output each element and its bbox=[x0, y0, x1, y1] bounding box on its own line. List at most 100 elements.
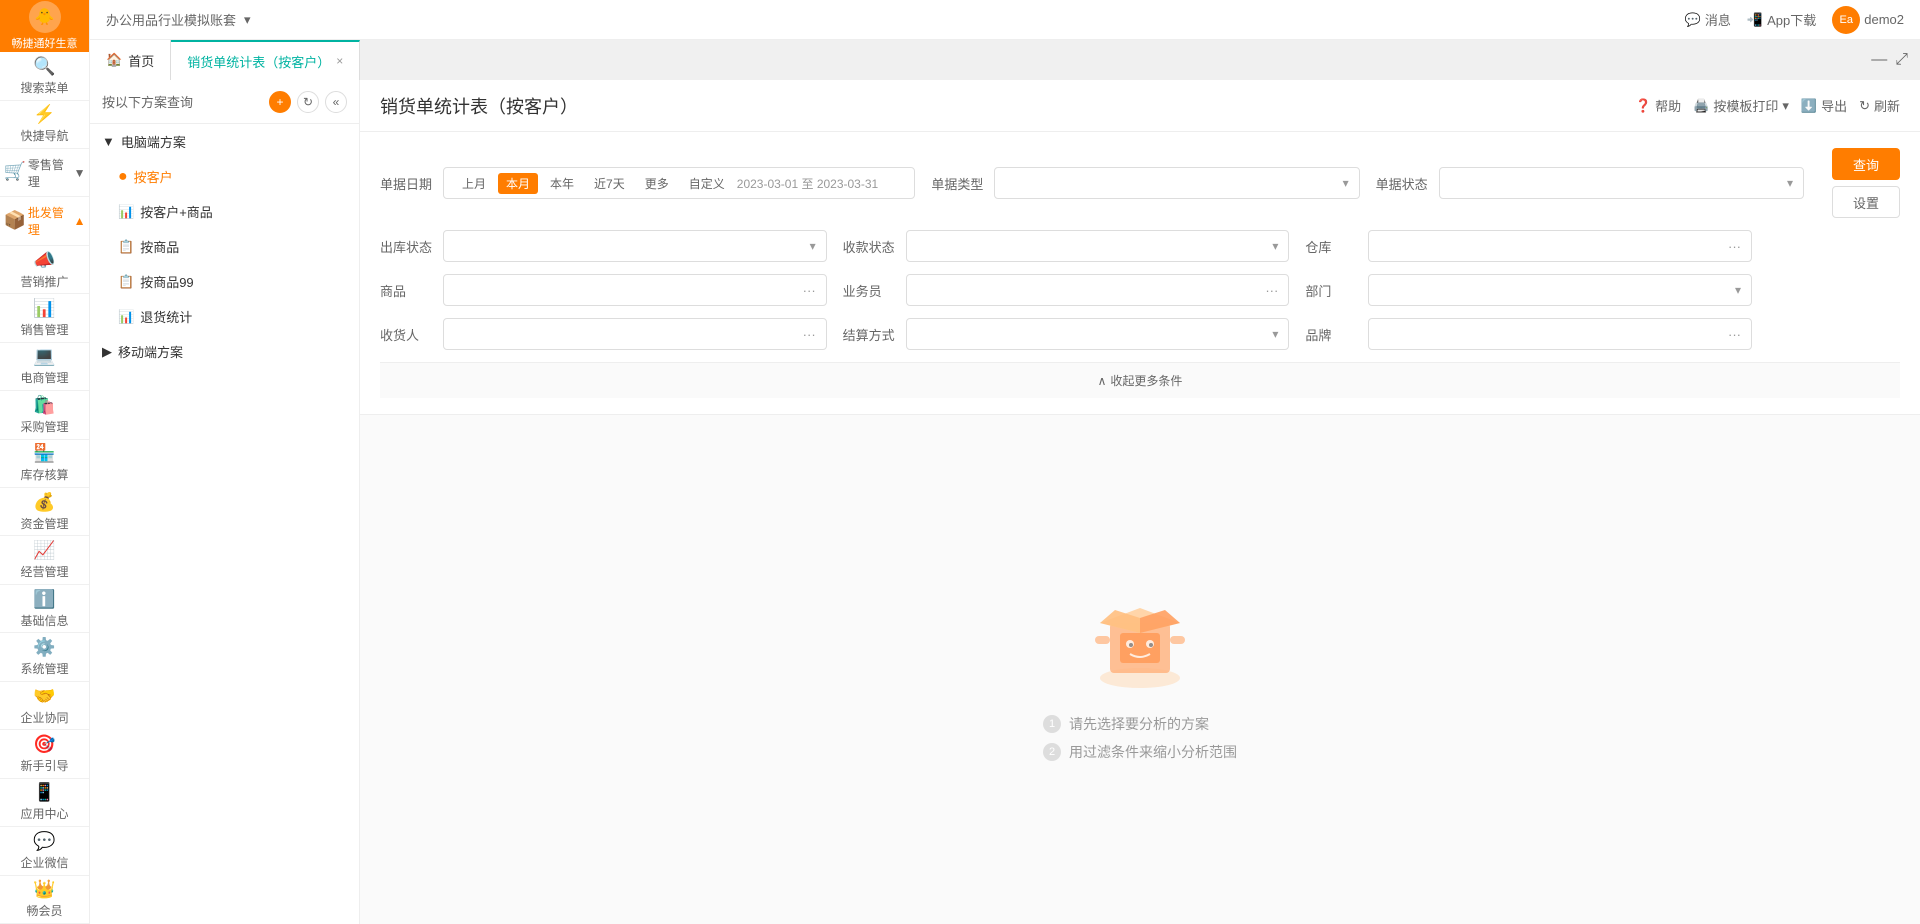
message-btn[interactable]: 💬 消息 bbox=[1685, 10, 1731, 29]
this-year-btn[interactable]: 本年 bbox=[542, 173, 582, 194]
out-status-control[interactable]: ▾ bbox=[443, 230, 827, 262]
ecommerce-icon: 💻 bbox=[33, 346, 55, 367]
add-scheme-btn[interactable]: + bbox=[269, 91, 291, 113]
out-status-chevron-icon: ▾ bbox=[810, 239, 816, 253]
tree-item-by-product-99[interactable]: 📋 按商品99 bbox=[106, 264, 359, 299]
app-download-btn[interactable]: 📲 App下载 bbox=[1747, 10, 1816, 29]
salesperson-control[interactable]: ··· bbox=[906, 274, 1290, 306]
filter-row-4: 收货人 ··· 结算方式 ▾ 品牌 bbox=[380, 318, 1900, 350]
template-print-btn[interactable]: 🖨️ 按模板打印 ▾ bbox=[1693, 96, 1789, 115]
tree-item-return-stats[interactable]: 📊 退货统计 bbox=[106, 299, 359, 334]
out-status-label: 出库状态 bbox=[380, 237, 435, 256]
sidebar-item-retail[interactable]: 🛒 零售管理 ▼ bbox=[0, 149, 90, 197]
filter-status: 单据状态 ▾ bbox=[1376, 167, 1804, 199]
help-icon: ❓ bbox=[1635, 98, 1651, 114]
sidebar-item-quicknav[interactable]: ⚡ 快捷导航 bbox=[0, 101, 90, 149]
tab-minimize-btn[interactable]: — bbox=[1871, 51, 1887, 69]
receipt-status-control[interactable]: ▾ bbox=[906, 230, 1290, 262]
sidebar-item-operations[interactable]: 📈 经营管理 bbox=[0, 536, 90, 584]
receiver-dots-icon: ··· bbox=[803, 327, 816, 342]
this-month-btn[interactable]: 本月 bbox=[498, 173, 538, 194]
last7-btn[interactable]: 近7天 bbox=[586, 173, 633, 194]
breadcrumb-arrow[interactable]: ▾ bbox=[244, 12, 251, 28]
date-label: 单据日期 bbox=[380, 174, 435, 193]
user-profile[interactable]: Ea demo2 bbox=[1832, 6, 1904, 34]
settlement-control[interactable]: ▾ bbox=[906, 318, 1290, 350]
refresh-scheme-btn[interactable]: ↻ bbox=[297, 91, 319, 113]
tab-expand-btn[interactable]: ⤢ bbox=[1895, 51, 1908, 69]
settings-button[interactable]: 设置 bbox=[1832, 186, 1900, 218]
tab-home[interactable]: 🏠 首页 bbox=[90, 40, 171, 80]
cooperation-icon: 🤝 bbox=[33, 686, 55, 707]
wechat-icon: 💬 bbox=[33, 831, 55, 852]
mobile-group-header[interactable]: ▶ 移动端方案 bbox=[90, 334, 359, 369]
top-header: 办公用品行业模拟账套 ▾ 💬 消息 📲 App下载 Ea demo2 bbox=[90, 0, 1920, 40]
sidebar-item-purchase[interactable]: 🛍️ 采购管理 bbox=[0, 391, 90, 439]
filter-receipt-status: 收款状态 ▾ bbox=[843, 230, 1290, 262]
help-btn[interactable]: ❓ 帮助 bbox=[1635, 96, 1681, 115]
custom-date-btn[interactable]: 自定义 bbox=[681, 173, 733, 194]
tree-item-by-customer[interactable]: ● 按客户 bbox=[106, 159, 359, 194]
page-title-bar: 销货单统计表（按客户） ❓ 帮助 🖨️ 按模板打印 ▾ ⬇️ 导出 bbox=[360, 80, 1920, 132]
more-date-btn[interactable]: 更多 bbox=[637, 173, 677, 194]
sidebar-item-ecommerce[interactable]: 💻 电商管理 bbox=[0, 343, 90, 391]
sidebar-item-wechat[interactable]: 💬 企业微信 bbox=[0, 827, 90, 875]
receiver-control[interactable]: ··· bbox=[443, 318, 827, 350]
sidebar-item-wholesale[interactable]: 📦 批发管理 ▲ bbox=[0, 197, 90, 245]
page-title: 销货单统计表（按客户） bbox=[380, 93, 578, 119]
tree-item-by-product[interactable]: 📋 按商品 bbox=[106, 229, 359, 264]
refresh-icon: ↻ bbox=[1859, 98, 1870, 114]
export-btn[interactable]: ⬇️ 导出 bbox=[1801, 96, 1847, 115]
receipt-status-label: 收款状态 bbox=[843, 237, 898, 256]
collapse-panel-btn[interactable]: « bbox=[325, 91, 347, 113]
last-month-btn[interactable]: 上月 bbox=[454, 173, 494, 194]
refresh-btn[interactable]: ↻ 刷新 bbox=[1859, 96, 1900, 115]
warehouse-control[interactable]: ··· bbox=[1368, 230, 1752, 262]
type-chevron-icon: ▾ bbox=[1343, 176, 1349, 190]
receipt-status-chevron-icon: ▾ bbox=[1272, 239, 1278, 253]
sidebar-item-cooperation[interactable]: 🤝 企业协同 bbox=[0, 682, 90, 730]
chevron-right-icon: ▶ bbox=[102, 344, 112, 360]
sidebar-item-marketing[interactable]: 📣 营销推广 bbox=[0, 246, 90, 294]
sidebar-item-member[interactable]: 👑 畅会员 bbox=[0, 876, 90, 924]
tab-close-icon[interactable]: × bbox=[336, 54, 343, 68]
sidebar-item-sales[interactable]: 📊 销售管理 bbox=[0, 294, 90, 342]
sidebar-item-search[interactable]: 🔍 搜索菜单 bbox=[0, 52, 90, 100]
sidebar-item-inventory[interactable]: 🏪 库存核算 bbox=[0, 440, 90, 488]
empty-messages: 1 请先选择要分析的方案 2 用过滤条件来缩小分析范围 bbox=[1043, 714, 1237, 762]
tab-actions: — ⤢ bbox=[1871, 51, 1920, 69]
right-panel: 销货单统计表（按客户） ❓ 帮助 🖨️ 按模板打印 ▾ ⬇️ 导出 bbox=[360, 80, 1920, 924]
product-control[interactable]: ··· bbox=[443, 274, 827, 306]
search-icon: 🔍 bbox=[33, 56, 55, 77]
sidebar-item-system[interactable]: ⚙️ 系统管理 bbox=[0, 633, 90, 681]
member-icon: 👑 bbox=[33, 879, 55, 900]
empty-illustration bbox=[1080, 578, 1200, 698]
logo-text: 畅捷通好生意 bbox=[12, 35, 78, 51]
header-left: 办公用品行业模拟账套 ▾ bbox=[106, 10, 251, 29]
sidebar-item-finance[interactable]: 💰 资金管理 bbox=[0, 488, 90, 536]
empty-message-2: 2 用过滤条件来缩小分析范围 bbox=[1043, 742, 1237, 762]
department-control[interactable]: ▾ bbox=[1368, 274, 1752, 306]
tab-sales-stats[interactable]: 销货单统计表（按客户） × bbox=[171, 40, 360, 80]
brand-control[interactable]: ··· bbox=[1368, 318, 1752, 350]
warehouse-dots-icon: ··· bbox=[1728, 239, 1741, 254]
empty-message-1: 1 请先选择要分析的方案 bbox=[1043, 714, 1237, 734]
query-button[interactable]: 查询 bbox=[1832, 148, 1900, 180]
sidebar-item-newbie[interactable]: 🎯 新手引导 bbox=[0, 730, 90, 778]
operations-icon: 📈 bbox=[33, 540, 55, 561]
settlement-chevron-icon: ▾ bbox=[1272, 327, 1278, 341]
sidebar-item-basic[interactable]: ℹ️ 基础信息 bbox=[0, 585, 90, 633]
status-control[interactable]: ▾ bbox=[1439, 167, 1804, 199]
salesperson-label: 业务员 bbox=[843, 281, 898, 300]
filter-warehouse: 仓库 ··· bbox=[1305, 230, 1752, 262]
page-content: 按以下方案查询 + ↻ « ▼ 电脑端方案 bbox=[90, 80, 1920, 924]
desktop-group-header[interactable]: ▼ 电脑端方案 bbox=[90, 124, 359, 159]
inventory-icon: 🏪 bbox=[33, 443, 55, 464]
sidebar-item-appstore[interactable]: 📱 应用中心 bbox=[0, 779, 90, 827]
filter-area: 单据日期 上月 本月 本年 近7天 更多 自定义 2023-03-01 至 20… bbox=[360, 132, 1920, 415]
type-control[interactable]: ▾ bbox=[994, 167, 1359, 199]
tree-item-by-customer-product[interactable]: 📊 按客户+商品 bbox=[106, 194, 359, 229]
collapse-bar[interactable]: ∧ 收起更多条件 bbox=[380, 362, 1900, 398]
wholesale-icon: 📦 bbox=[4, 210, 26, 231]
date-control[interactable]: 上月 本月 本年 近7天 更多 自定义 2023-03-01 至 2023-03… bbox=[443, 167, 915, 199]
